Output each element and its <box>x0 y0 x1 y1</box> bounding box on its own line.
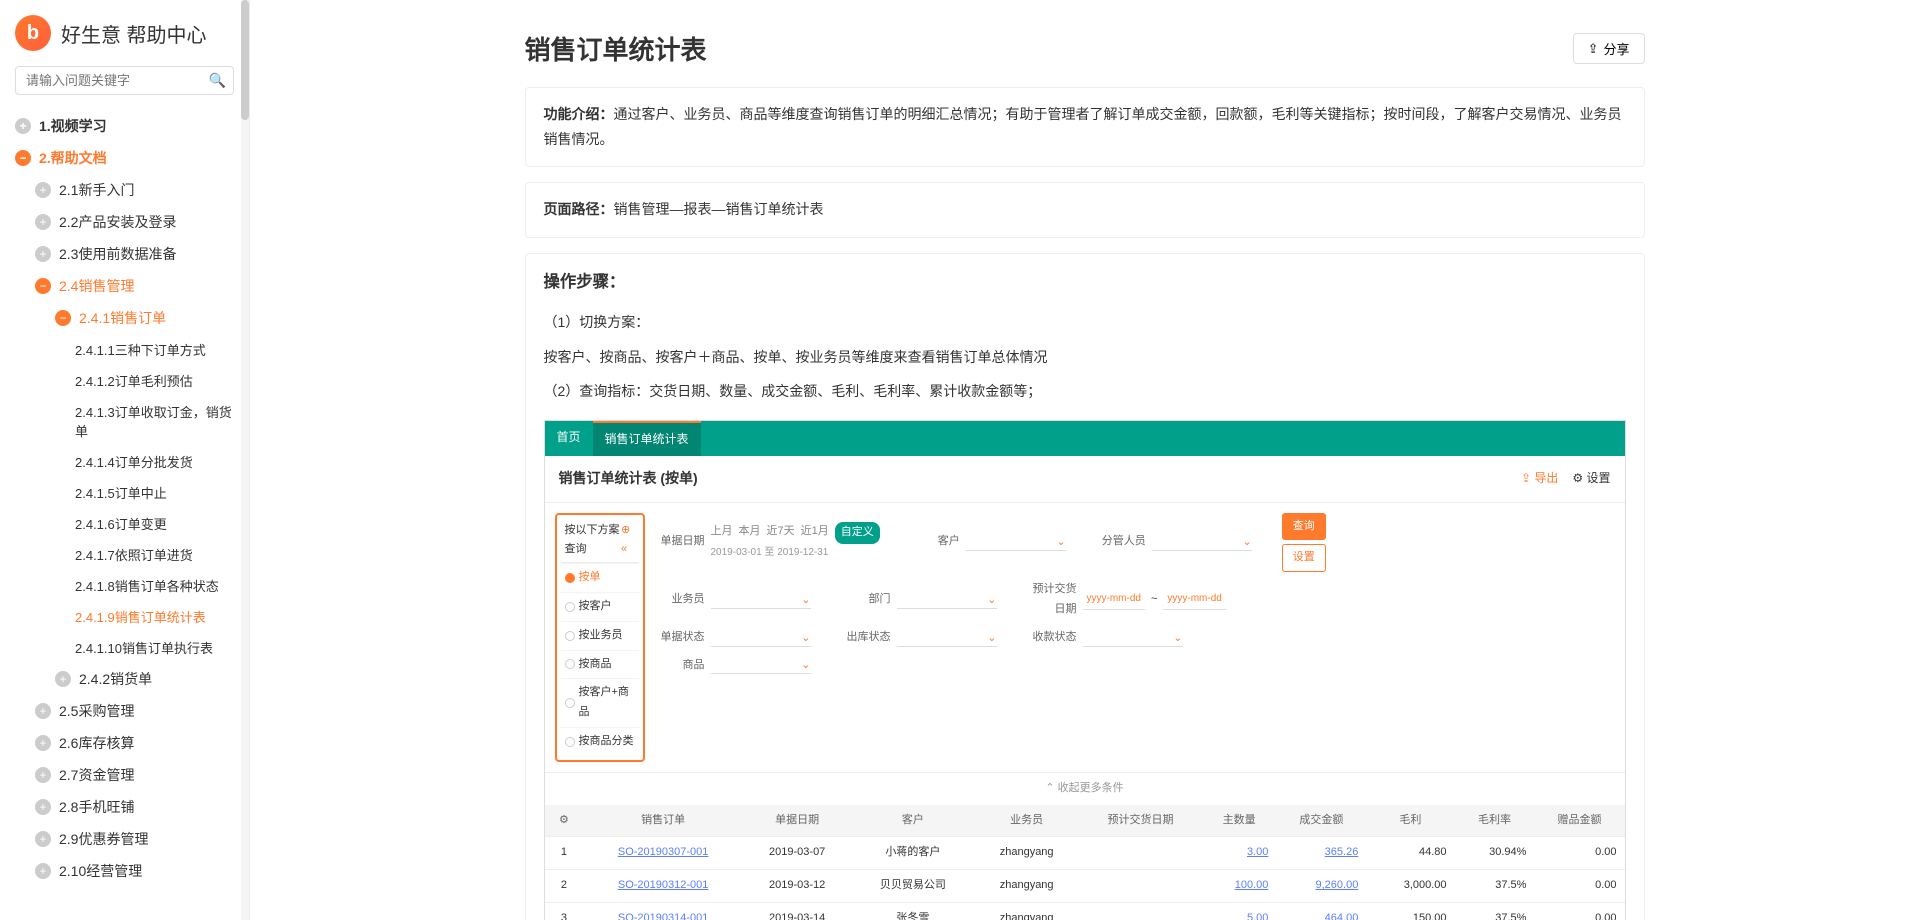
nav-help[interactable]: −2.帮助文档 <box>15 142 234 174</box>
shot-tab-home: 首页 <box>545 421 593 457</box>
scheme-item-3: 按业务员 <box>561 621 639 650</box>
setting-button: 设置 <box>1282 544 1326 572</box>
query-button: 查询 <box>1282 513 1326 541</box>
nav-2-9[interactable]: +2.9优惠券管理 <box>15 823 234 855</box>
scheme-item-6: 按商品分类 <box>561 727 639 756</box>
nav-2-3[interactable]: +2.3使用前数据准备 <box>15 238 234 270</box>
filter-area: 单据日期 上月本月近7天近1月自定义 2019-03-01 至 2019-12-… <box>655 513 1615 762</box>
date-range: 2019-03-01 至 2019-12-31 <box>711 544 880 562</box>
brand-title: 好生意 帮助中心 <box>61 19 207 48</box>
mgr-input <box>1152 533 1252 551</box>
nav-2-4[interactable]: −2.4销售管理 <box>15 270 234 302</box>
nav-2-4-1-6[interactable]: 2.4.1.6订单变更 <box>15 508 234 539</box>
table-row: 1SO-20190307-0012019-03-07小蒋的客户zhangyang… <box>545 837 1625 870</box>
path-card: 页面路径：销售管理—报表—销售订单统计表 <box>525 182 1645 237</box>
search-box: 🔍 <box>15 66 234 95</box>
nav-2-4-1[interactable]: −2.4.1销售订单 <box>15 302 234 334</box>
scheme-item-5: 按客户+商品 <box>561 678 639 727</box>
nav-2-8[interactable]: +2.8手机旺铺 <box>15 791 234 823</box>
search-input[interactable] <box>15 66 234 95</box>
nav-2-2[interactable]: +2.2产品安装及登录 <box>15 206 234 238</box>
scheme-item-1: 按单 <box>561 563 639 592</box>
nav-2-6[interactable]: +2.6库存核算 <box>15 727 234 759</box>
scrollbar[interactable] <box>241 0 249 920</box>
shot-tab-active: 销售订单统计表 <box>593 421 701 457</box>
date-tags: 上月本月近7天近1月自定义 <box>711 522 880 544</box>
share-button[interactable]: ⇪分享 <box>1573 33 1645 64</box>
scheme-header: 按以下方案查询⊕ « <box>561 519 639 564</box>
cust-input <box>966 533 1066 551</box>
step-2: （2）查询指标：交货日期、数量、成交金额、毛利、毛利率、累计收款金额等； <box>544 378 1626 405</box>
nav-2-4-1-8[interactable]: 2.4.1.8销售订单各种状态 <box>15 570 234 601</box>
step-1: （1）切换方案： <box>544 309 1626 336</box>
scheme-item-2: 按客户 <box>561 592 639 621</box>
nav-2-1[interactable]: +2.1新手入门 <box>15 174 234 206</box>
table-row: 3SO-20190314-0012019-03-14张冬雪zhangyang5.… <box>545 902 1625 920</box>
intro-card: 功能介绍：通过客户、业务员、商品等维度查询销售订单的明细汇总情况；有助于管理者了… <box>525 87 1645 167</box>
path-label: 页面路径： <box>544 201 614 217</box>
setting-action: ⚙ 设置 <box>1572 468 1610 490</box>
nav-2-4-1-4[interactable]: 2.4.1.4订单分批发货 <box>15 446 234 477</box>
gear-icon: ⚙ <box>545 805 584 837</box>
path-text: 销售管理—报表—销售订单统计表 <box>614 201 824 217</box>
step-1-desc: 按客户、按商品、按客户＋商品、按单、按业务员等维度来查看销售订单总体情况 <box>544 344 1626 371</box>
nav-2-5[interactable]: +2.5采购管理 <box>15 695 234 727</box>
nav-video[interactable]: +1.视频学习 <box>15 110 234 142</box>
collapse-toggle: ⌃ 收起更多条件 <box>545 772 1625 805</box>
intro-label: 功能介绍： <box>544 106 614 122</box>
steps-card: 操作步骤： （1）切换方案： 按客户、按商品、按客户＋商品、按单、按业务员等维度… <box>525 253 1645 920</box>
page-title: 销售订单统计表 <box>525 30 707 67</box>
export-action: ⇪ 导出 <box>1521 468 1558 490</box>
table-row: 2SO-20190312-0012019-03-12贝贝贸易公司zhangyan… <box>545 870 1625 903</box>
nav-2-4-1-10[interactable]: 2.4.1.10销售订单执行表 <box>15 632 234 663</box>
brand-row: b 好生意 帮助中心 <box>15 15 234 51</box>
search-icon[interactable]: 🔍 <box>209 72 226 89</box>
nav-2-4-1-7[interactable]: 2.4.1.7依照订单进货 <box>15 539 234 570</box>
nav-2-4-1-3[interactable]: 2.4.1.3订单收取订金，销货单 <box>15 396 234 446</box>
sidebar: b 好生意 帮助中心 🔍 +1.视频学习 −2.帮助文档 +2.1新手入门 +2… <box>0 0 250 920</box>
share-icon: ⇪ <box>1588 41 1599 57</box>
data-table: ⚙ 销售订单 单据日期 客户 业务员 预计交货日期 主数量 成交金额 毛利 毛利… <box>545 805 1625 920</box>
nav-2-4-1-5[interactable]: 2.4.1.5订单中止 <box>15 477 234 508</box>
logo-icon: b <box>15 15 51 51</box>
nav-2-10[interactable]: +2.10经营管理 <box>15 855 234 887</box>
scheme-panel: 按以下方案查询⊕ « 按单 按客户 按业务员 按商品 按客户+商品 按商品分类 <box>555 513 645 762</box>
nav-2-4-2[interactable]: +2.4.2销货单 <box>15 663 234 695</box>
nav-2-4-1-9[interactable]: 2.4.1.9销售订单统计表 <box>15 601 234 632</box>
nav-2-4-1-2[interactable]: 2.4.1.2订单毛利预估 <box>15 365 234 396</box>
steps-title: 操作步骤： <box>544 268 1626 297</box>
screenshot-1: 首页 销售订单统计表 销售订单统计表 (按单) ⇪ 导出 ⚙ 设置 按以下方案查… <box>544 420 1626 920</box>
main-content: 销售订单统计表 ⇪分享 功能介绍：通过客户、业务员、商品等维度查询销售订单的明细… <box>250 0 1919 920</box>
scheme-item-4: 按商品 <box>561 650 639 679</box>
nav-2-7[interactable]: +2.7资金管理 <box>15 759 234 791</box>
nav-2-4-1-1[interactable]: 2.4.1.1三种下订单方式 <box>15 334 234 365</box>
intro-text: 通过客户、业务员、商品等维度查询销售订单的明细汇总情况；有助于管理者了解订单成交… <box>544 106 1622 147</box>
shot-title: 销售订单统计表 (按单) <box>559 466 698 491</box>
